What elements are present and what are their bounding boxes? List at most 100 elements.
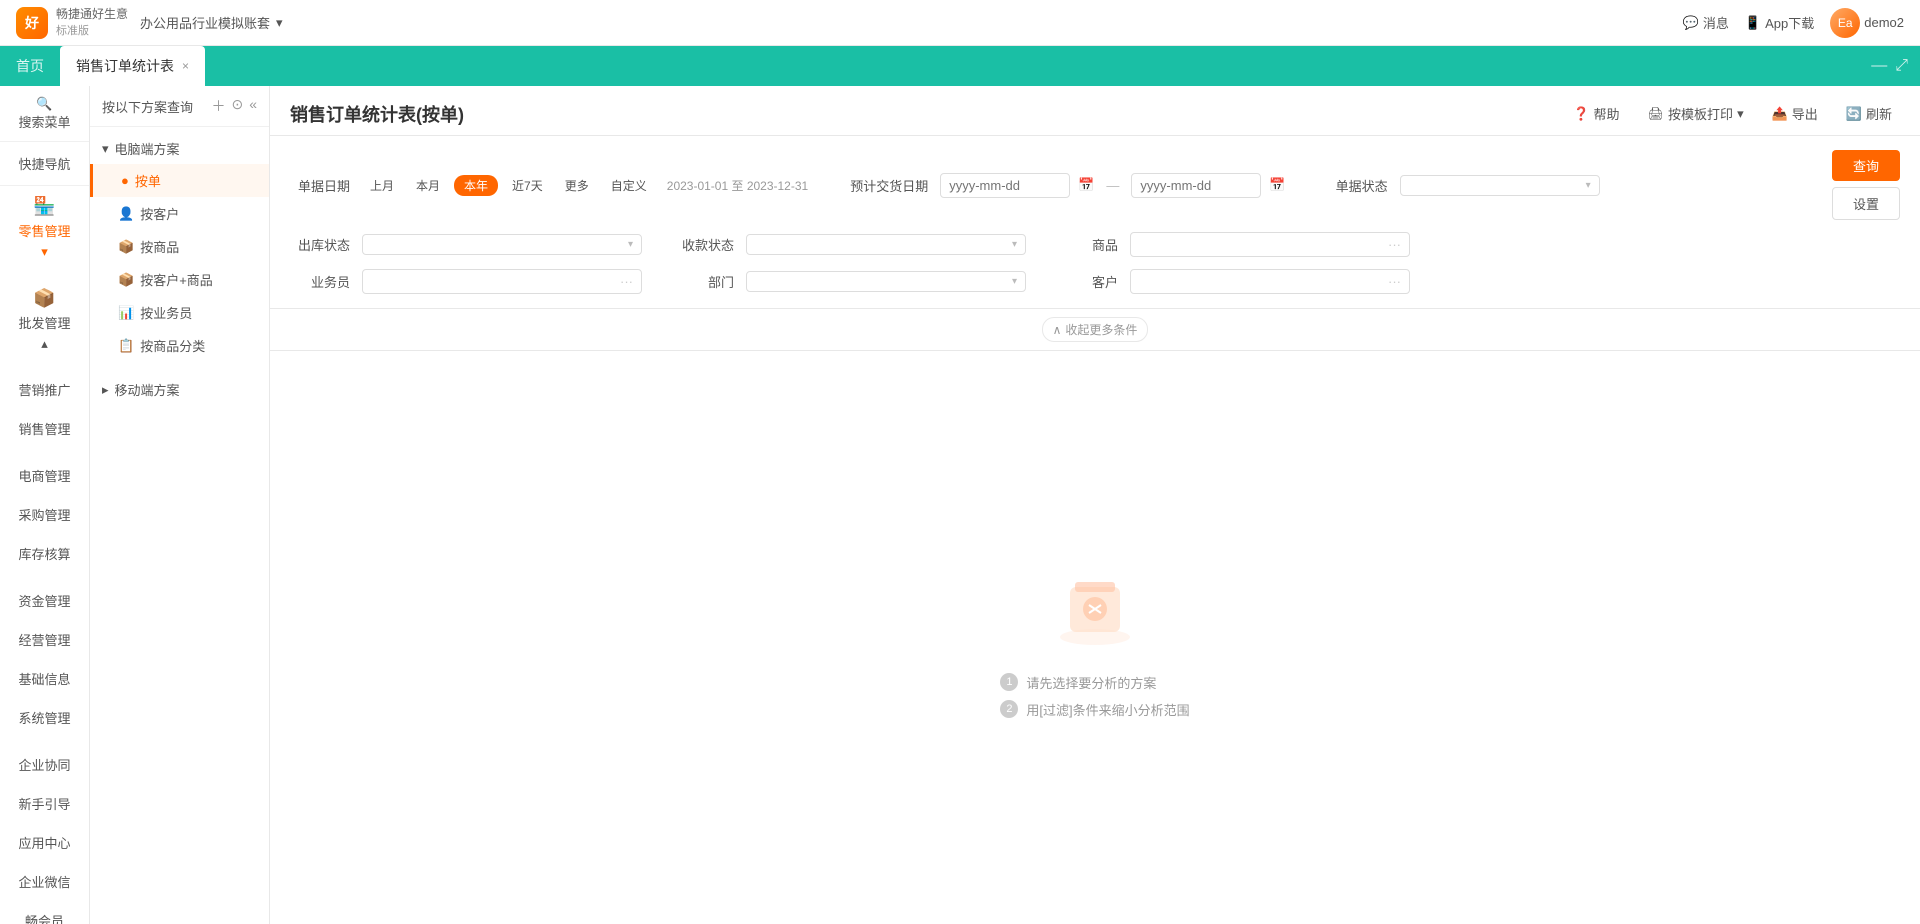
sidebar-item-system[interactable]: 系统管理 <box>0 698 89 737</box>
date-range-text: 2023-01-01 至 2023-12-31 <box>667 177 808 194</box>
print-icon: 🖨 <box>1648 106 1665 122</box>
collapse-bar: ∧ 收起更多条件 <box>270 309 1920 351</box>
sidebar-item-sales[interactable]: 销售管理 <box>0 409 89 448</box>
salesperson-dots-icon[interactable]: ··· <box>620 274 633 289</box>
shortcut-more[interactable]: 更多 <box>557 175 597 196</box>
salesperson-icon: 📊 <box>118 305 134 321</box>
empty-tip-2: 2 用[过滤]条件来缩小分析范围 <box>1000 700 1189 719</box>
salesperson-select[interactable]: ··· <box>362 269 642 294</box>
sidebar-item-basic-info[interactable]: 基础信息 <box>0 659 89 698</box>
page-title: 销售订单统计表(按单) <box>290 101 464 127</box>
wholesale-arrow: ▴ <box>41 336 48 352</box>
goods-icon: 📦 <box>118 239 134 255</box>
help-button[interactable]: ❓ 帮助 <box>1565 100 1627 127</box>
empty-state: 1 请先选择要分析的方案 2 用[过滤]条件来缩小分析范围 <box>270 351 1920 924</box>
edit-plan-button[interactable]: ⊙ <box>231 96 243 116</box>
breadcrumb-chevron[interactable]: ▾ <box>276 15 283 31</box>
sidebar-quick-nav[interactable]: 快捷导航 <box>0 142 89 186</box>
tip-num-1: 1 <box>1000 673 1018 691</box>
payment-status-arrow: ▾ <box>1012 239 1017 250</box>
customer-dots-icon[interactable]: ··· <box>1388 274 1401 289</box>
download-icon: 📱 <box>1745 15 1761 31</box>
refresh-button[interactable]: 🔄 刷新 <box>1838 100 1900 127</box>
sidebar-item-ecommerce[interactable]: 电商管理 <box>0 456 89 495</box>
goods-select[interactable]: ··· <box>1130 232 1410 257</box>
tree-child-by-customer-goods[interactable]: 📦 按客户+商品 <box>90 263 269 296</box>
shortcut-last-month[interactable]: 上月 <box>362 175 402 196</box>
category-icon: 📋 <box>118 338 134 354</box>
tab-home[interactable]: 首页 <box>0 46 60 86</box>
print-dropdown-icon[interactable]: ▾ <box>1737 106 1744 122</box>
payment-status-select[interactable]: ▾ <box>746 234 1026 255</box>
message-icon: 💬 <box>1683 15 1699 31</box>
tree-child-by-category[interactable]: 📋 按商品分类 <box>90 329 269 362</box>
customer-select[interactable]: ··· <box>1130 269 1410 294</box>
dept-arrow: ▾ <box>1012 276 1017 287</box>
ship-status-arrow: ▾ <box>628 239 633 250</box>
goods-dots-icon[interactable]: ··· <box>1388 237 1401 252</box>
salesperson-label: 业务员 <box>290 272 350 291</box>
dept-label: 部门 <box>674 272 734 291</box>
tab-close-icon[interactable]: × <box>182 59 189 73</box>
calendar-to-icon[interactable]: 📅 <box>1269 177 1285 193</box>
customer-icon: 👤 <box>118 206 134 222</box>
page-header: 销售订单统计表(按单) ❓ 帮助 🖨 按模板打印 ▾ 📤 导出 <box>270 86 1920 136</box>
print-button[interactable]: 🖨 按模板打印 ▾ <box>1640 100 1752 127</box>
sidebar-item-marketing[interactable]: 营销推广 <box>0 370 89 409</box>
sidebar-item-app-center[interactable]: 应用中心 <box>0 823 89 862</box>
settings-button[interactable]: 设置 <box>1832 187 1900 220</box>
message-button[interactable]: 💬 消息 <box>1683 13 1729 32</box>
calendar-from-icon[interactable]: 📅 <box>1078 177 1094 193</box>
sidebar-item-finance[interactable]: 资金管理 <box>0 581 89 620</box>
doc-status-select[interactable]: ▾ <box>1400 175 1600 196</box>
logo-text: 畅捷通好生意 <box>56 7 128 23</box>
expected-date-from-input[interactable] <box>940 173 1070 198</box>
tree-child-by-order[interactable]: ● 按单 <box>90 164 269 197</box>
doc-status-label: 单据状态 <box>1328 176 1388 195</box>
collapse-panel-button[interactable]: « <box>249 96 257 116</box>
sidebar-item-operations[interactable]: 经营管理 <box>0 620 89 659</box>
app-download-button[interactable]: 📱 App下载 <box>1745 13 1814 32</box>
collapse-button[interactable]: ∧ 收起更多条件 <box>1042 317 1149 342</box>
tab-sales-stats[interactable]: 销售订单统计表 × <box>60 46 205 86</box>
shortcut-7days[interactable]: 近7天 <box>504 175 551 196</box>
tree-child-by-customer[interactable]: 👤 按客户 <box>90 197 269 230</box>
user-menu[interactable]: Ea demo2 <box>1830 8 1904 38</box>
retail-icon: 🏪 <box>33 196 55 217</box>
shortcut-this-year[interactable]: 本年 <box>454 175 498 196</box>
date-shortcuts: 上月 本月 本年 近7天 更多 自定义 <box>362 175 655 196</box>
wholesale-icon: 📦 <box>33 288 55 309</box>
expected-date-from-group: 📅 <box>940 173 1094 198</box>
shortcut-this-month[interactable]: 本月 <box>408 175 448 196</box>
tree-parent-pc[interactable]: ▾ 电脑端方案 <box>90 133 269 164</box>
collapse-chevron-icon: ∧ <box>1053 323 1062 337</box>
export-button[interactable]: 📤 导出 <box>1764 100 1826 127</box>
tree-expand-mobile-icon: ▸ <box>102 382 109 398</box>
query-button[interactable]: 查询 <box>1832 150 1900 181</box>
dept-select[interactable]: ▾ <box>746 271 1026 292</box>
tree-child-by-salesperson[interactable]: 📊 按业务员 <box>90 296 269 329</box>
expected-date-to-input[interactable] <box>1131 173 1261 198</box>
export-icon: 📤 <box>1772 106 1788 122</box>
add-plan-button[interactable]: ＋ <box>211 96 225 116</box>
customer-goods-icon: 📦 <box>118 272 134 288</box>
logo-sub: 标准版 <box>56 22 128 38</box>
sidebar-item-inventory[interactable]: 库存核算 <box>0 534 89 573</box>
ship-status-select[interactable]: ▾ <box>362 234 642 255</box>
tab-minimize-icon[interactable]: — <box>1871 58 1887 74</box>
tree-parent-mobile[interactable]: ▸ 移动端方案 <box>90 374 269 405</box>
empty-tip-1: 1 请先选择要分析的方案 <box>1000 673 1189 692</box>
sidebar-item-retail[interactable]: 🏪 零售管理 ▾ <box>0 186 89 270</box>
tab-maximize-icon[interactable]: ⤢ <box>1895 58 1908 74</box>
empty-illustration <box>1045 557 1145 657</box>
tree-child-by-goods[interactable]: 📦 按商品 <box>90 230 269 263</box>
help-icon: ❓ <box>1573 106 1589 122</box>
sidebar-item-enterprise-wechat[interactable]: 企业微信 <box>0 862 89 901</box>
sidebar-search[interactable]: 🔍 搜索菜单 <box>0 86 89 142</box>
sidebar-item-wholesale[interactable]: 📦 批发管理 ▴ <box>0 278 89 362</box>
shortcut-custom[interactable]: 自定义 <box>603 175 655 196</box>
sidebar-item-enterprise-collab[interactable]: 企业协同 <box>0 745 89 784</box>
sidebar-item-new-guide[interactable]: 新手引导 <box>0 784 89 823</box>
sidebar-item-purchase[interactable]: 采购管理 <box>0 495 89 534</box>
sidebar-item-member[interactable]: 畅会员 <box>0 901 89 924</box>
